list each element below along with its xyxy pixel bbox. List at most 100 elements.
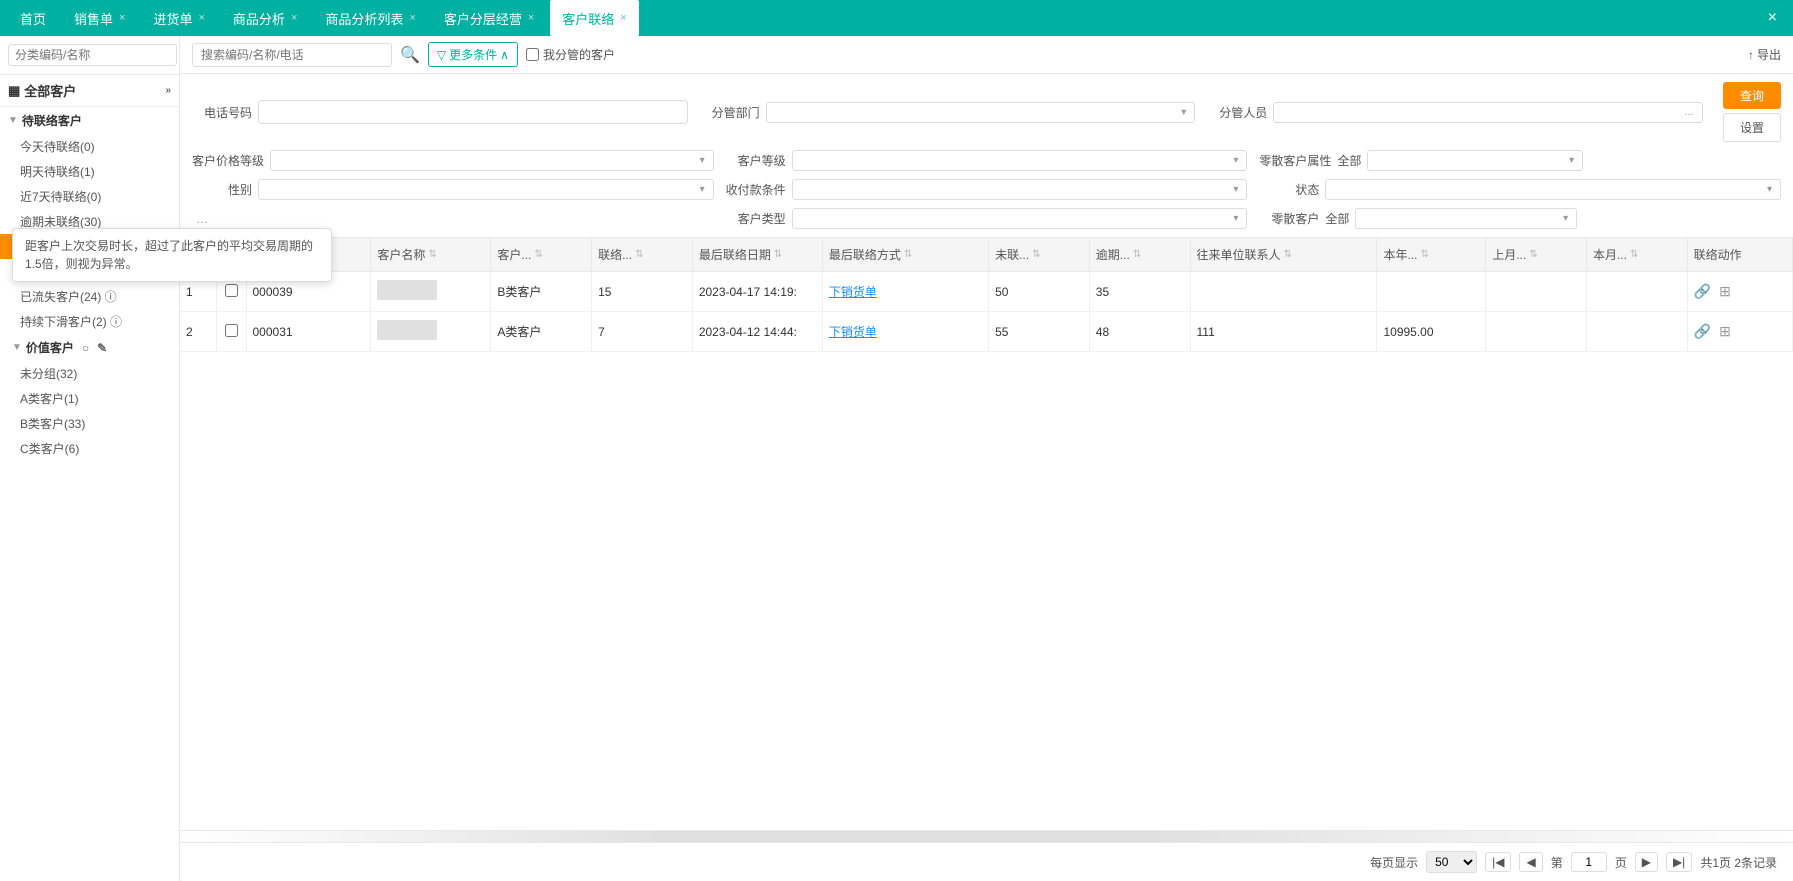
nav-purchase-close[interactable]: × [198,12,204,24]
last-page-button[interactable]: ▶| [1666,852,1692,872]
row2-grid-icon[interactable]: ⊞ [1719,323,1731,340]
filter-cell-pay: 收付款条件 ▾ [726,179,1248,200]
sort-icon-contact[interactable]: ⇅ [635,249,643,260]
top-nav: 首页 销售单 × 进货单 × 商品分析 × 商品分析列表 × 客户分层经营 × … [0,0,1793,36]
row1-grid-icon[interactable]: ⊞ [1719,283,1731,300]
sort-icon-overdue[interactable]: ⇅ [1133,249,1141,260]
edit-icon-value[interactable]: ○ [82,341,89,355]
sidebar-collapse-icon[interactable]: » [165,85,171,96]
filter-cell-type: 客户类型 ▾ [726,208,1248,229]
nav-sales[interactable]: 销售单 × [62,0,137,36]
sidebar-item-declining[interactable]: 持续下滑客户(2) ⓘ [0,309,179,334]
nav-customer-contact[interactable]: 客户联络 × [550,0,638,36]
sidebar-item-today[interactable]: 今天待联络(0) [0,134,179,159]
status-select[interactable]: ▾ [1325,179,1781,200]
sort-icon-lastmethod[interactable]: ⇅ [904,249,912,260]
sidebar-item-ungrouped[interactable]: 未分组(32) [0,361,179,386]
filter-cell-retail2: 零散客户 全部 ▾ [1259,208,1781,229]
sort-icon-lastmonth[interactable]: ⇅ [1529,249,1537,260]
horizontal-scrollbar[interactable] [180,830,1793,842]
row2-link-icon[interactable]: 🔗 [1694,323,1711,340]
th-last-method: 最后联络方式⇅ [822,238,988,272]
nav-product-list[interactable]: 商品分析列表 × [313,0,427,36]
sidebar-item-c-class[interactable]: C类客户(6) [0,436,179,461]
nav-customer-mgmt-close[interactable]: × [528,12,534,24]
sidebar-item-a-class[interactable]: A类客户(1) [0,386,179,411]
filter-search-input[interactable] [192,43,392,67]
th-category: 客户...⇅ [491,238,592,272]
tooltip-box: 距客户上次交易时长，超过了此客户的平均交易周期的1.5倍，则视为异常。 [12,228,332,282]
chevron-down-icon-dept: ▾ [1181,107,1186,118]
filter-more-button[interactable]: ▽ 更多条件 ∧ [428,42,518,67]
row1-checkbox[interactable] [225,284,238,297]
sidebar-all-customers[interactable]: ▦ 全部客户 » [0,75,179,107]
th-last-date: 最后联络日期⇅ [692,238,822,272]
sidebar: 🔍 ▦ 全部客户 » ▼ 待联络客户 今天待联络(0) 明天待联络(1) 近7天… [0,36,180,881]
sort-icon-name[interactable]: ⇅ [428,249,436,260]
sort-icon-liaison[interactable]: ⇅ [1284,249,1292,260]
per-page-select[interactable]: 50 100 200 [1426,851,1477,873]
sidebar-search-area: 🔍 [0,36,179,75]
sidebar-item-churned[interactable]: 已流失客户(24) ⓘ [0,284,179,309]
nav-product-analysis-close[interactable]: × [291,12,297,24]
nav-product-analysis[interactable]: 商品分析 × [221,0,309,36]
my-customers-checkbox[interactable] [526,48,539,61]
sidebar-item-7days[interactable]: 近7天待联络(0) [0,184,179,209]
table-header-row: ⚙ 客户编码⇅ 客户名称⇅ 客户...⇅ [180,238,1793,272]
retail-select[interactable]: ▾ [1367,150,1583,171]
phone-input[interactable] [258,100,688,124]
filter-cell-person: 分管人员 … [1207,102,1703,123]
type-select[interactable]: ▾ [792,208,1248,229]
nav-product-list-close[interactable]: × [409,12,415,24]
next-page-button[interactable]: ▶ [1635,852,1658,872]
sidebar-search-input[interactable] [8,44,177,66]
page-number-input[interactable] [1571,852,1607,872]
nav-customer-mgmt[interactable]: 客户分层经营 × [432,0,546,36]
sort-icon-thisyear[interactable]: ⇅ [1420,249,1428,260]
window-close-button[interactable]: × [1760,9,1785,27]
filter-cell-phone: 电话号码 [192,100,688,124]
row2-checkbox[interactable] [225,324,238,337]
sort-icon-uncontact[interactable]: ⇅ [1032,249,1040,260]
sort-icon-lastdate[interactable]: ⇅ [774,249,782,260]
row1-actions: 🔗 ⊞ [1694,283,1786,300]
sidebar-group-pending[interactable]: ▼ 待联络客户 [0,107,179,134]
sidebar-item-b-class[interactable]: B类客户(33) [0,411,179,436]
price-select[interactable]: ▾ [270,150,714,171]
my-customers-checkbox-label[interactable]: 我分管的客户 [526,46,615,63]
table-container: ⚙ 客户编码⇅ 客户名称⇅ 客户...⇅ [180,238,1793,830]
per-page-label: 每页显示 [1370,854,1418,871]
edit-icon-value2[interactable]: ✎ [97,341,107,355]
filter-cell-level: 客户等级 ▾ [726,150,1248,171]
row2-last-method[interactable]: 下销货单 [829,325,877,339]
pay-select[interactable]: ▾ [792,179,1248,200]
nav-customer-contact-close[interactable]: × [620,12,626,24]
row1-link-icon[interactable]: 🔗 [1694,283,1711,300]
gender-select[interactable]: ▾ [258,179,714,200]
settings-button[interactable]: 设置 [1723,113,1781,142]
query-button[interactable]: 查询 [1723,82,1781,109]
dept-select[interactable]: ▾ [766,102,1196,123]
export-button[interactable]: ↑ 导出 [1748,46,1781,63]
nav-sales-close[interactable]: × [119,12,125,24]
sidebar-item-tomorrow[interactable]: 明天待联络(1) [0,159,179,184]
triangle-icon-value: ▼ [12,342,22,353]
level-select[interactable]: ▾ [792,150,1248,171]
content-area: 🔍 ▽ 更多条件 ∧ 我分管的客户 ↑ 导出 电话号码 [180,36,1793,881]
row1-last-method[interactable]: 下销货单 [829,285,877,299]
first-page-button[interactable]: |◀ [1485,852,1511,872]
page-label: 第 [1551,854,1563,871]
retail2-select[interactable]: ▾ [1355,208,1577,229]
sort-icon-thismonth[interactable]: ⇅ [1630,249,1638,260]
nav-home[interactable]: 首页 [8,0,58,36]
advanced-filter-panel: 电话号码 分管部门 ▾ 分管人员 … [180,74,1793,238]
th-this-month: 本月...⇅ [1586,238,1687,272]
chevron-down-icon-type: ▾ [1233,213,1238,224]
filter-search-button[interactable]: 🔍 [400,45,420,65]
sort-icon-category[interactable]: ⇅ [534,249,542,260]
sidebar-group-value[interactable]: ▼ 价值客户 ○ ✎ [0,334,179,361]
nav-purchase[interactable]: 进货单 × [141,0,216,36]
person-select[interactable]: … [1273,102,1703,123]
more-filter-link[interactable]: … [192,212,212,226]
prev-page-button[interactable]: ◀ [1519,852,1542,872]
